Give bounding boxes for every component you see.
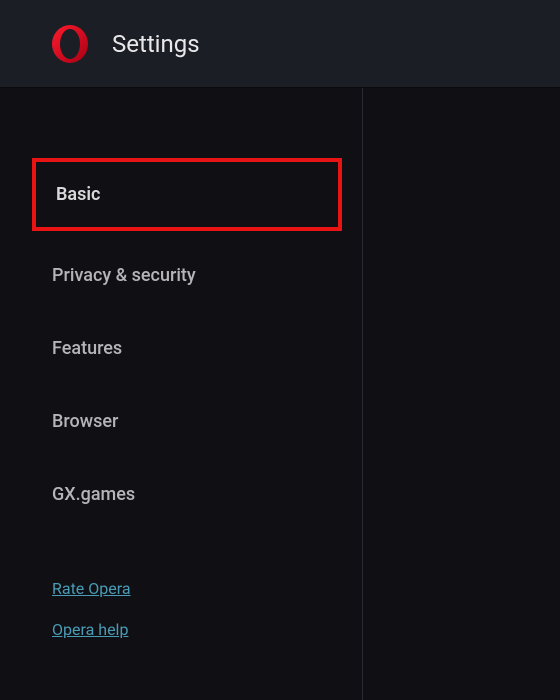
sidebar-item-browser[interactable]: Browser	[32, 393, 342, 450]
sidebar-item-label: Browser	[52, 411, 118, 432]
link-label: Rate Opera	[52, 579, 131, 598]
sidebar-item-label: Privacy & security	[52, 265, 196, 286]
sidebar-item-basic[interactable]: Basic	[32, 158, 342, 231]
sidebar-item-label: Features	[52, 338, 122, 359]
sidebar-item-features[interactable]: Features	[32, 320, 342, 377]
sidebar-item-privacy-security[interactable]: Privacy & security	[32, 247, 342, 304]
settings-sidebar: Basic Privacy & security Features Browse…	[0, 88, 363, 700]
settings-header: Settings	[0, 0, 560, 88]
sidebar-item-label: Basic	[56, 184, 100, 205]
main-content-area	[363, 88, 560, 700]
sidebar-item-label: GX.games	[52, 484, 135, 505]
rate-opera-link[interactable]: Rate Opera	[52, 579, 362, 598]
sidebar-item-gx-games[interactable]: GX.games	[32, 466, 342, 523]
page-title: Settings	[112, 30, 200, 58]
opera-logo-icon	[50, 24, 90, 64]
content-area: Basic Privacy & security Features Browse…	[0, 88, 560, 700]
opera-help-link[interactable]: Opera help	[52, 620, 362, 639]
sidebar-links-section: Rate Opera Opera help	[32, 579, 362, 661]
link-label: Opera help	[52, 620, 128, 639]
